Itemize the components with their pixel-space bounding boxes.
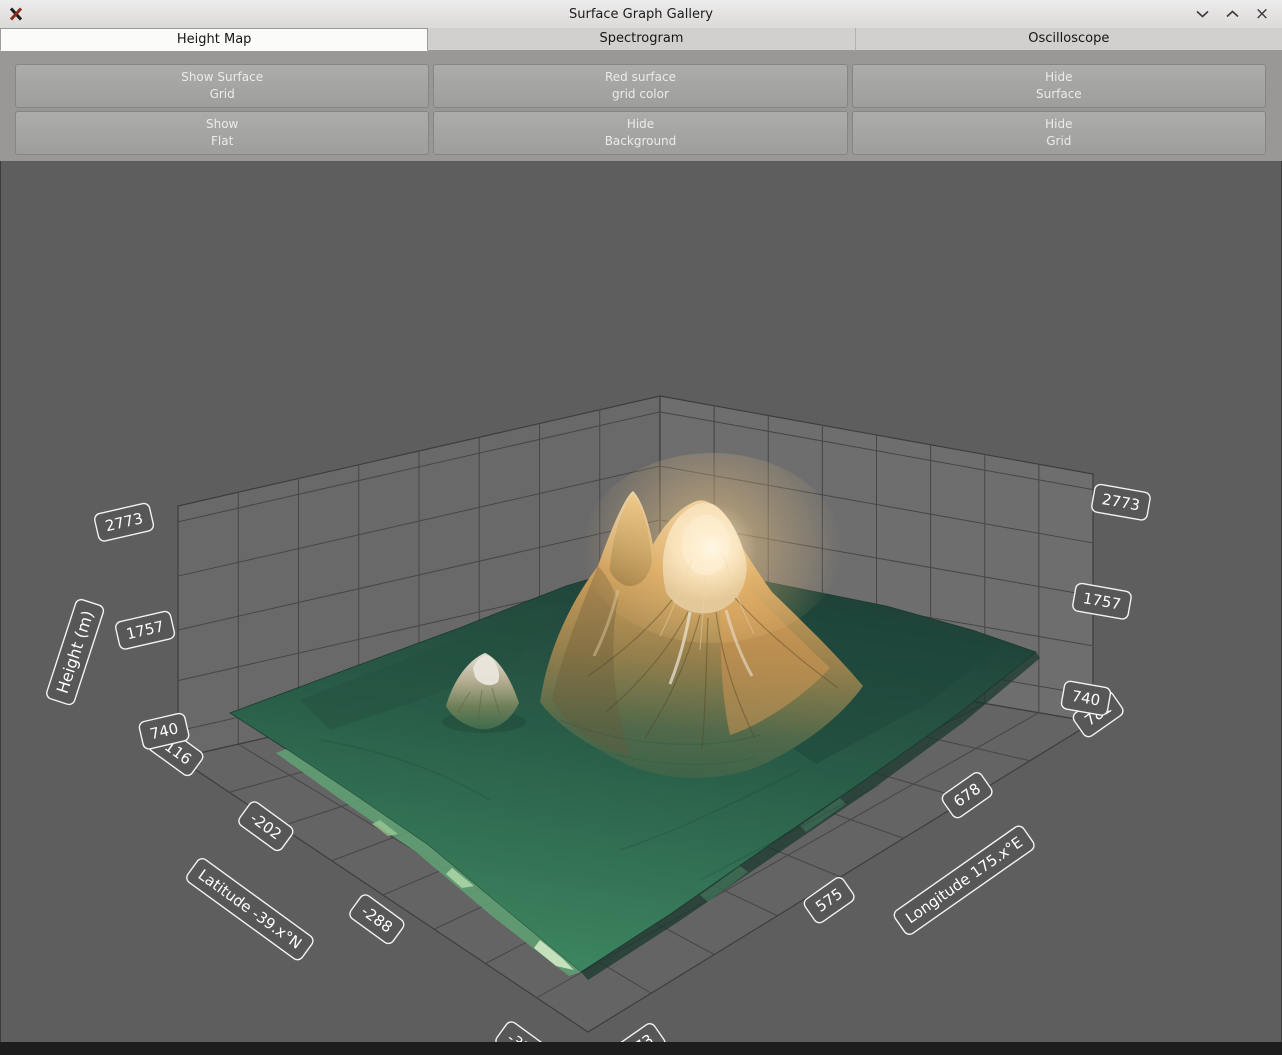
chevron-down-button[interactable] (1194, 6, 1210, 22)
button-label-line2: Grid (853, 133, 1265, 150)
chevron-up-button[interactable] (1224, 6, 1240, 22)
button-label-line1: Show (16, 116, 428, 133)
button-label-line1: Red surface (434, 69, 846, 86)
button-label-line1: Hide (434, 116, 846, 133)
tab-label: Spectrogram (599, 31, 683, 46)
window-title: Surface Graph Gallery (0, 7, 1282, 22)
controls-panel: Show Surface Grid Red surface grid color… (0, 51, 1282, 161)
close-button[interactable]: × (1254, 6, 1270, 22)
svg-text:Latitude -39.x°N: Latitude -39.x°N (195, 866, 305, 953)
button-label-line1: Show Surface (16, 69, 428, 86)
tab-height-map[interactable]: Height Map (0, 28, 428, 51)
tab-spectrogram[interactable]: Spectrogram (428, 28, 855, 51)
button-label-line2: Background (434, 133, 846, 150)
surface-grid-color-button[interactable]: Red surface grid color (433, 64, 847, 108)
show-surface-grid-button[interactable]: Show Surface Grid (15, 64, 429, 108)
hide-background-button[interactable]: Hide Background (433, 111, 847, 155)
app-icon (8, 6, 24, 22)
button-label-line2: grid color (434, 86, 846, 103)
button-label-line2: Flat (16, 133, 428, 150)
button-label-line1: Hide (853, 69, 1265, 86)
svg-text:Longitude 175.x°E: Longitude 175.x°E (902, 833, 1026, 927)
bottom-edge-bar (0, 1042, 1282, 1055)
button-label-line2: Grid (16, 86, 428, 103)
button-label-line2: Surface (853, 86, 1265, 103)
hide-grid-button[interactable]: Hide Grid (852, 111, 1266, 155)
close-icon: × (1255, 6, 1269, 22)
tab-label: Height Map (177, 32, 252, 47)
title-bar: Surface Graph Gallery × (0, 0, 1282, 29)
tab-bar: Height Map Spectrogram Oscilloscope (0, 28, 1282, 51)
button-label-line1: Hide (853, 116, 1265, 133)
app-window: { "window": { "title": "Surface Graph Ga… (0, 0, 1282, 1055)
tab-label: Oscilloscope (1028, 31, 1109, 46)
show-flat-button[interactable]: Show Flat (15, 111, 429, 155)
tab-oscilloscope[interactable]: Oscilloscope (856, 28, 1282, 51)
hide-surface-button[interactable]: Hide Surface (852, 64, 1266, 108)
